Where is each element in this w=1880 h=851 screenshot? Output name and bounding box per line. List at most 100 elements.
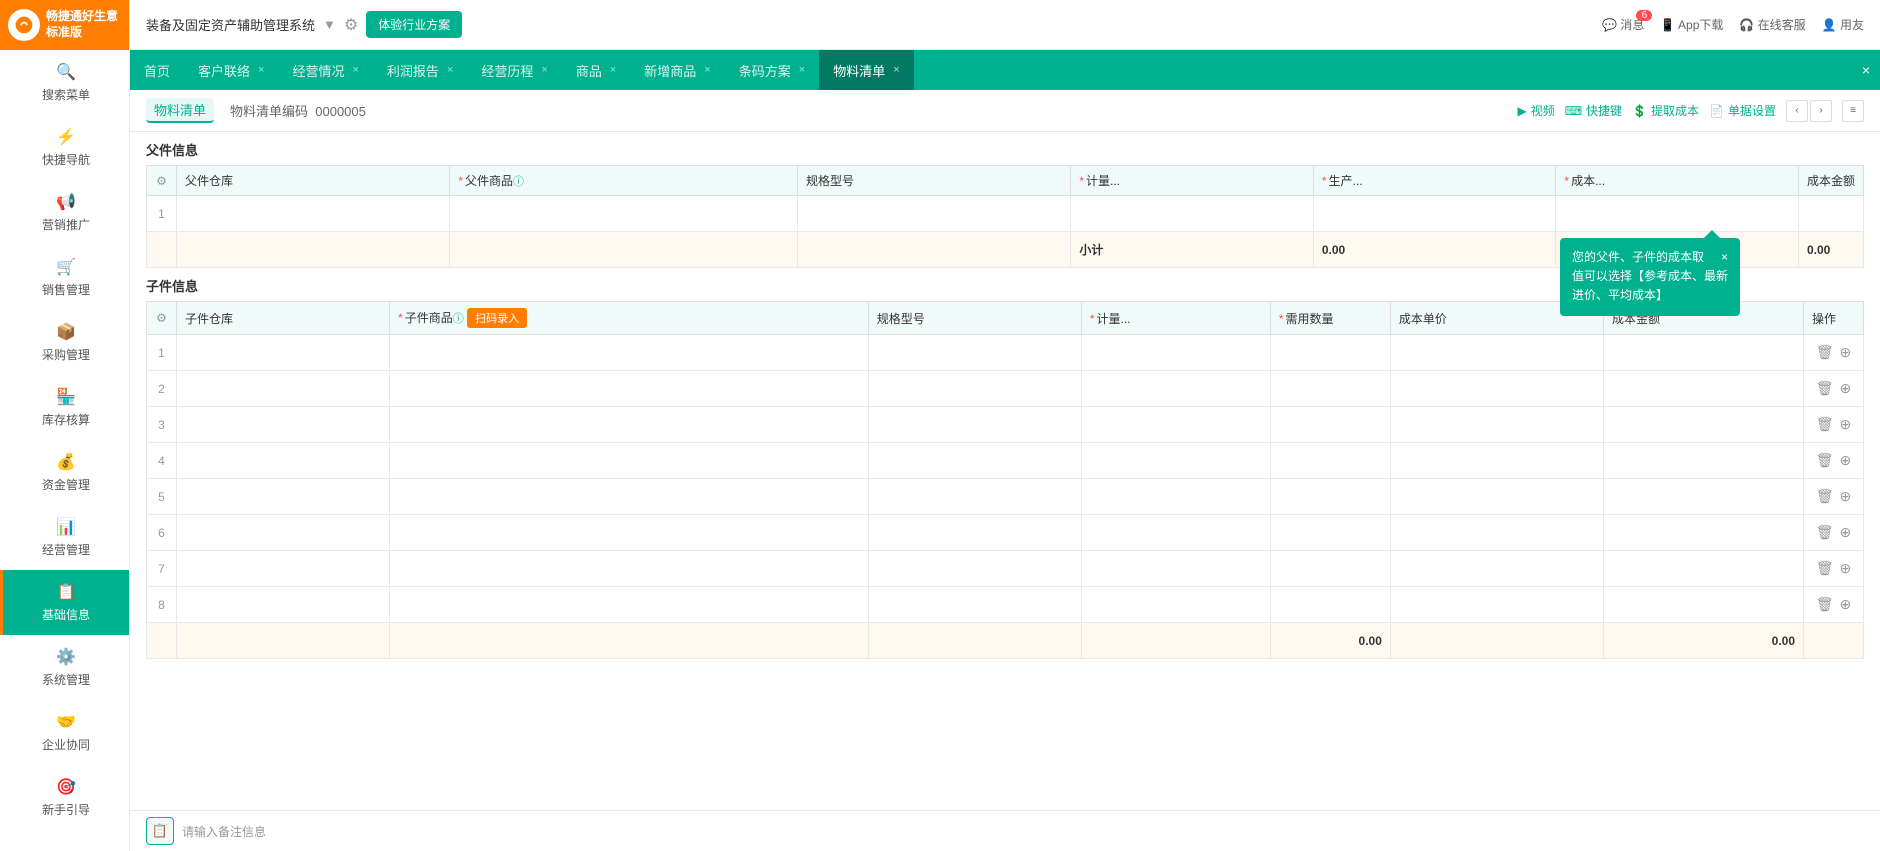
copy-icon[interactable]: ⊕ bbox=[1840, 380, 1852, 397]
tab-profit-close[interactable]: × bbox=[447, 64, 453, 76]
copy-icon[interactable]: ⊕ bbox=[1840, 560, 1852, 577]
user-avatar[interactable]: 👤 用友 bbox=[1822, 16, 1864, 33]
child-row3-warehouse[interactable] bbox=[177, 407, 390, 443]
child-row8-warehouse[interactable] bbox=[177, 587, 390, 623]
child-row7-warehouse[interactable] bbox=[177, 551, 390, 587]
child-row3-goods[interactable] bbox=[390, 407, 869, 443]
sidebar-item-operation[interactable]: 📊 经营管理 bbox=[0, 505, 129, 570]
trial-button[interactable]: 体验行业方案 bbox=[366, 11, 462, 38]
tab-operation-close[interactable]: × bbox=[352, 64, 358, 76]
child-row8-goods[interactable] bbox=[390, 587, 869, 623]
tab-history-close[interactable]: × bbox=[541, 64, 547, 76]
delete-icon[interactable]: 🗑 bbox=[1816, 488, 1834, 505]
single-settings-btn[interactable]: 📄 单据设置 bbox=[1709, 102, 1776, 119]
child-row3-spec[interactable] bbox=[868, 407, 1081, 443]
child-row1-spec[interactable] bbox=[868, 335, 1081, 371]
tab-bom-close[interactable]: × bbox=[893, 64, 899, 76]
child-row4-warehouse[interactable] bbox=[177, 443, 390, 479]
child-row7-goods[interactable] bbox=[390, 551, 869, 587]
delete-icon[interactable]: 🗑 bbox=[1816, 344, 1834, 361]
child-row7-qty[interactable] bbox=[1270, 551, 1390, 587]
sidebar-item-purchase[interactable]: 📦 采购管理 bbox=[0, 310, 129, 375]
delete-icon[interactable]: 🗑 bbox=[1816, 560, 1834, 577]
child-row2-unit[interactable] bbox=[1081, 371, 1270, 407]
tab-barcode[interactable]: 条码方案 × bbox=[725, 50, 819, 90]
parent-row1-unit[interactable] bbox=[1071, 196, 1314, 232]
child-row7-unit[interactable] bbox=[1081, 551, 1270, 587]
delete-icon[interactable]: 🗑 bbox=[1816, 596, 1834, 613]
parent-col-gear[interactable]: ⚙ bbox=[147, 166, 177, 196]
child-row2-spec[interactable] bbox=[868, 371, 1081, 407]
child-row7-spec[interactable] bbox=[868, 551, 1081, 587]
delete-icon[interactable]: 🗑 bbox=[1816, 416, 1834, 433]
child-row8-unit-cost[interactable] bbox=[1390, 587, 1603, 623]
child-row8-qty[interactable] bbox=[1270, 587, 1390, 623]
tab-operation[interactable]: 经营情况 × bbox=[278, 50, 372, 90]
child-row5-unit[interactable] bbox=[1081, 479, 1270, 515]
sidebar-item-enterprise[interactable]: 🤝 企业协同 bbox=[0, 700, 129, 765]
delete-icon[interactable]: 🗑 bbox=[1816, 380, 1834, 397]
child-row1-warehouse[interactable] bbox=[177, 335, 390, 371]
child-row3-qty[interactable] bbox=[1270, 407, 1390, 443]
parent-row1-cost[interactable] bbox=[1556, 196, 1799, 232]
online-service-link[interactable]: 🎧 在线客服 bbox=[1739, 16, 1805, 33]
child-row1-goods[interactable] bbox=[390, 335, 869, 371]
child-row1-qty[interactable] bbox=[1270, 335, 1390, 371]
child-row6-warehouse[interactable] bbox=[177, 515, 390, 551]
tab-goods[interactable]: 商品 × bbox=[562, 50, 630, 90]
sidebar-item-inventory[interactable]: 🏪 库存核算 bbox=[0, 375, 129, 440]
child-row6-spec[interactable] bbox=[868, 515, 1081, 551]
settings-icon[interactable]: ⚙ bbox=[344, 15, 358, 35]
copy-icon[interactable]: ⊕ bbox=[1840, 524, 1852, 541]
menu-btn[interactable]: ≡ bbox=[1842, 100, 1864, 122]
dropdown-arrow-icon[interactable]: ▼ bbox=[323, 17, 336, 32]
child-row7-unit-cost[interactable] bbox=[1390, 551, 1603, 587]
child-row5-qty[interactable] bbox=[1270, 479, 1390, 515]
sidebar-item-quick-nav[interactable]: ⚡ 快捷导航 bbox=[0, 115, 129, 180]
child-row5-goods[interactable] bbox=[390, 479, 869, 515]
delete-icon[interactable]: 🗑 bbox=[1816, 524, 1834, 541]
child-row4-unit[interactable] bbox=[1081, 443, 1270, 479]
child-row8-unit[interactable] bbox=[1081, 587, 1270, 623]
prev-btn[interactable]: ‹ bbox=[1786, 100, 1808, 122]
copy-icon[interactable]: ⊕ bbox=[1840, 488, 1852, 505]
child-row2-warehouse[interactable] bbox=[177, 371, 390, 407]
tab-home[interactable]: 首页 bbox=[130, 50, 184, 90]
tab-customer-close[interactable]: × bbox=[258, 64, 264, 76]
copy-icon[interactable]: ⊕ bbox=[1840, 344, 1852, 361]
copy-icon[interactable]: ⊕ bbox=[1840, 416, 1852, 433]
app-download-link[interactable]: 📱 App下载 bbox=[1660, 16, 1723, 33]
child-row2-qty[interactable] bbox=[1270, 371, 1390, 407]
child-row1-unit[interactable] bbox=[1081, 335, 1270, 371]
next-btn[interactable]: › bbox=[1810, 100, 1832, 122]
child-row2-goods[interactable] bbox=[390, 371, 869, 407]
child-row6-unit-cost[interactable] bbox=[1390, 515, 1603, 551]
child-row6-unit[interactable] bbox=[1081, 515, 1270, 551]
child-row4-unit-cost[interactable] bbox=[1390, 443, 1603, 479]
view-btn[interactable]: ▶ 视频 bbox=[1517, 102, 1554, 119]
sidebar-item-sales[interactable]: 🛒 销售管理 bbox=[0, 245, 129, 310]
tab-goods-close[interactable]: × bbox=[610, 64, 616, 76]
child-row1-unit-cost[interactable] bbox=[1390, 335, 1603, 371]
child-row6-qty[interactable] bbox=[1270, 515, 1390, 551]
scan-input-btn[interactable]: 扫码录入 bbox=[467, 308, 527, 328]
child-row5-warehouse[interactable] bbox=[177, 479, 390, 515]
parent-row1-spec[interactable] bbox=[797, 196, 1070, 232]
tab-customer[interactable]: 客户联络 × bbox=[184, 50, 278, 90]
sidebar-item-search[interactable]: 🔍 搜索菜单 bbox=[0, 50, 129, 115]
child-row3-unit[interactable] bbox=[1081, 407, 1270, 443]
parent-row1-produce[interactable] bbox=[1313, 196, 1556, 232]
shortcut-btn[interactable]: ⌨ 快捷键 bbox=[1565, 102, 1622, 119]
child-row5-spec[interactable] bbox=[868, 479, 1081, 515]
tooltip-close-btn[interactable]: × bbox=[1721, 248, 1728, 267]
parent-row1-goods[interactable] bbox=[450, 196, 798, 232]
child-row3-unit-cost[interactable] bbox=[1390, 407, 1603, 443]
bottom-doc-icon[interactable]: 📋 bbox=[146, 817, 174, 845]
parent-row1-warehouse[interactable] bbox=[177, 196, 450, 232]
tab-history[interactable]: 经营历程 × bbox=[467, 50, 561, 90]
child-row4-spec[interactable] bbox=[868, 443, 1081, 479]
sidebar-item-marketing[interactable]: 📢 营销推广 bbox=[0, 180, 129, 245]
sub-tab-bom-list[interactable]: 物料清单 bbox=[146, 98, 214, 123]
message-bell[interactable]: 💬 6 消息 bbox=[1602, 16, 1644, 33]
copy-icon[interactable]: ⊕ bbox=[1840, 596, 1852, 613]
